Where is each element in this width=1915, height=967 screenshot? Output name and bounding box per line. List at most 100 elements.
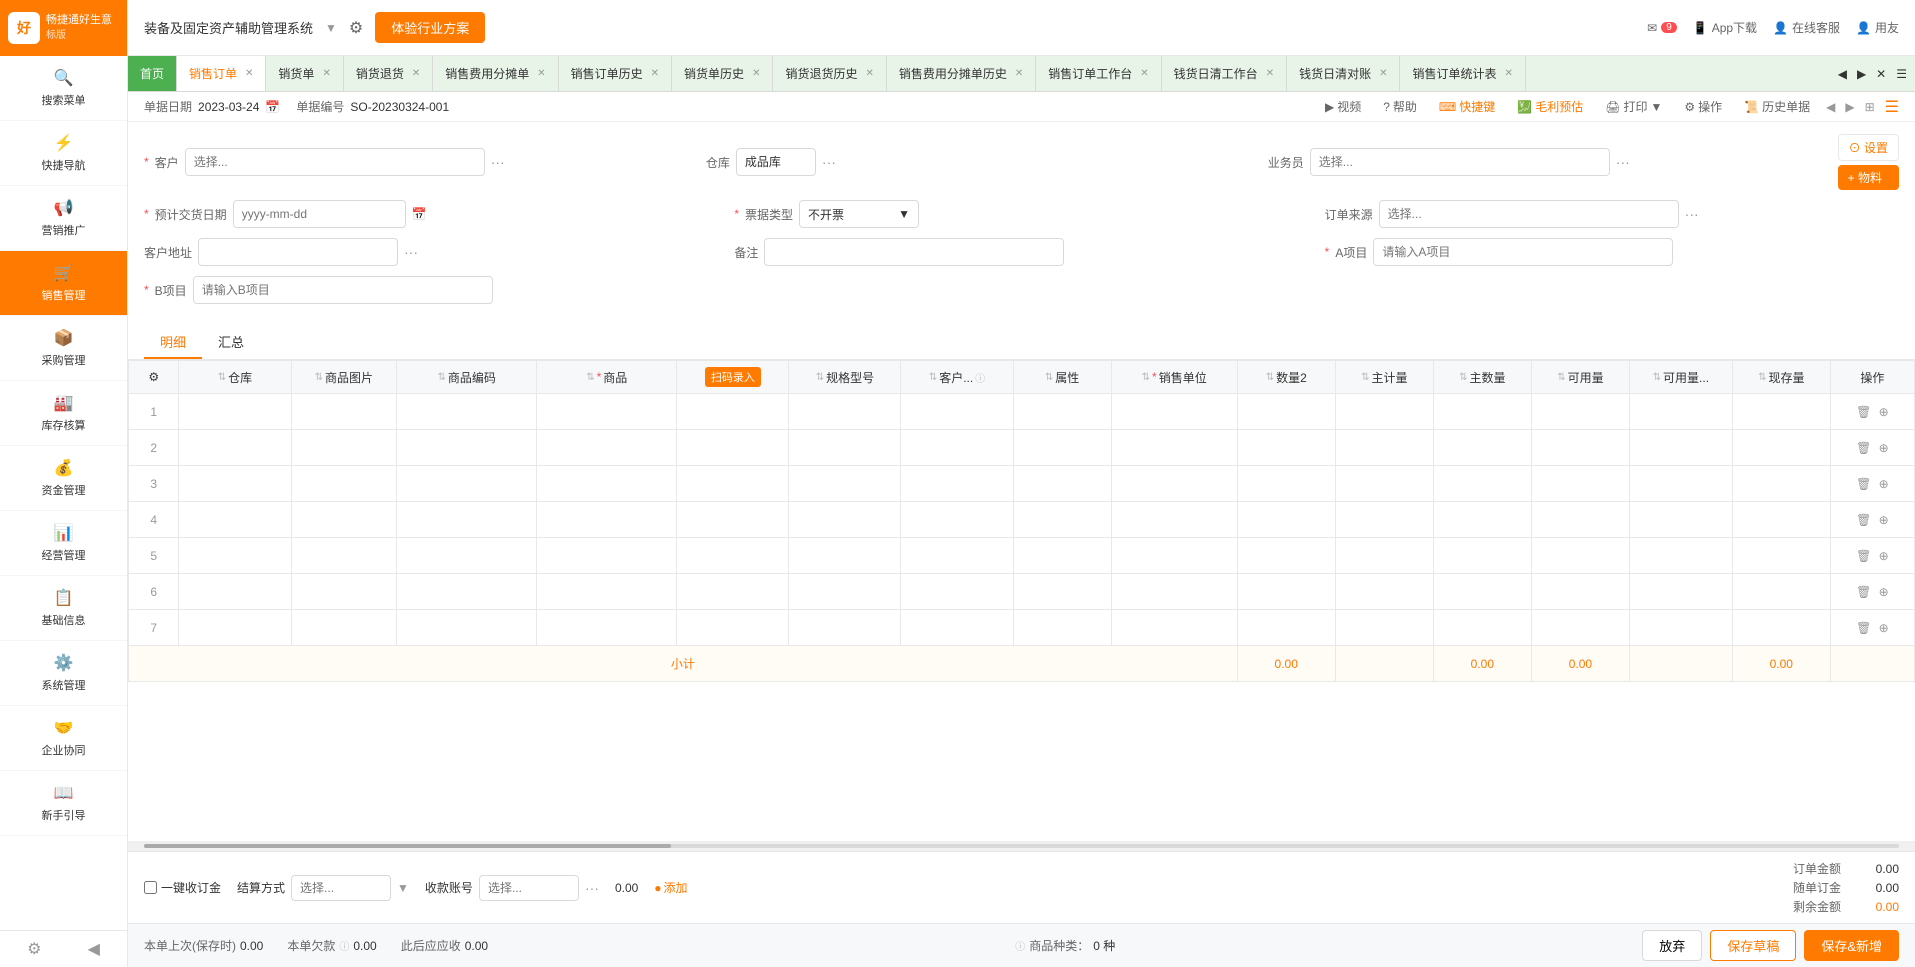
cell-code-1[interactable]: [397, 394, 537, 430]
cell-image-1[interactable]: [291, 394, 397, 430]
receipt-account-input[interactable]: [479, 875, 579, 901]
payment-method-input[interactable]: [291, 875, 391, 901]
sidebar-item-inventory[interactable]: 🏭 库存核算: [0, 381, 127, 446]
help-btn[interactable]: ? 帮助: [1377, 96, 1423, 117]
operation-btn[interactable]: ⚙ 操作: [1678, 96, 1728, 117]
warehouse-dots[interactable]: ···: [822, 154, 836, 170]
delete-row-6-btn[interactable]: 🗑: [1856, 585, 1871, 599]
tab-home[interactable]: 首页: [128, 56, 177, 92]
one-click-deposit-checkbox[interactable]: 一键收订金: [144, 879, 221, 896]
close-tab-8[interactable]: ✕: [1015, 68, 1023, 79]
tab-prev-btn[interactable]: ◀: [1834, 65, 1851, 83]
delete-row-5-btn[interactable]: 🗑: [1856, 549, 1871, 563]
tab-order-workbench[interactable]: 销售订单工作台 ✕: [1036, 56, 1161, 92]
message-btn[interactable]: ✉ 9: [1647, 21, 1677, 35]
online-service-btn[interactable]: 👤 在线客服: [1773, 19, 1840, 36]
cell-main-qty-1[interactable]: [1433, 394, 1531, 430]
copy-row-3-btn[interactable]: ⊕: [1879, 477, 1889, 491]
solution-button[interactable]: 体验行业方案: [375, 12, 485, 43]
sidebar-item-quicknav[interactable]: ⚡ 快捷导航: [0, 121, 127, 186]
close-tab-10[interactable]: ✕: [1266, 68, 1274, 79]
salesperson-input[interactable]: [1310, 148, 1610, 176]
sidebar-item-search[interactable]: 🔍 搜索菜单: [0, 56, 127, 121]
salesperson-dots[interactable]: ···: [1616, 154, 1630, 170]
delete-row-3-btn[interactable]: 🗑: [1856, 477, 1871, 491]
col-settings[interactable]: ⚙: [129, 361, 179, 394]
close-tab-9[interactable]: ✕: [1140, 68, 1148, 79]
settings-button[interactable]: ⊙ 设置: [1838, 134, 1899, 161]
tab-fee-history[interactable]: 销售费用分摊单历史 ✕: [887, 56, 1036, 92]
invoice-type-select[interactable]: 不开票 ▼: [799, 200, 919, 228]
nav-next-btn[interactable]: ▶: [1845, 100, 1854, 114]
app-download-btn[interactable]: 📱 App下载: [1693, 19, 1757, 36]
tab-daily-workbench[interactable]: 钱货日清工作台 ✕: [1162, 56, 1287, 92]
horizontal-scrollbar[interactable]: [128, 841, 1915, 851]
tab-close-all-btn[interactable]: ✕: [1872, 65, 1890, 83]
close-tab-2[interactable]: ✕: [322, 68, 330, 79]
one-click-deposit-input[interactable]: [144, 881, 157, 894]
sidebar-item-operations[interactable]: 📊 经营管理: [0, 511, 127, 576]
profit-btn[interactable]: 💹 毛利预估: [1511, 96, 1589, 117]
customer-input[interactable]: [185, 148, 485, 176]
order-source-input[interactable]: [1379, 200, 1679, 228]
sidebar-item-system[interactable]: ⚙️ 系统管理: [0, 641, 127, 706]
cell-unit-1[interactable]: [1111, 394, 1237, 430]
print-dropdown-icon[interactable]: ▼: [1650, 100, 1662, 114]
a-project-input[interactable]: [1373, 238, 1673, 266]
remark-input[interactable]: [764, 238, 1064, 266]
close-tab-3[interactable]: ✕: [412, 68, 420, 79]
tab-stats[interactable]: 销售订单统计表 ✕: [1400, 56, 1525, 92]
close-tab-12[interactable]: ✕: [1505, 68, 1513, 79]
sidebar-item-guide[interactable]: 📖 新手引导: [0, 771, 127, 836]
scrollbar-thumb[interactable]: [144, 844, 671, 848]
tab-sales-fee[interactable]: 销售费用分摊单 ✕: [433, 56, 558, 92]
sub-tab-detail[interactable]: 明细: [144, 326, 202, 359]
close-tab-6[interactable]: ✕: [752, 68, 760, 79]
copy-row-5-btn[interactable]: ⊕: [1879, 549, 1889, 563]
tab-sales-history[interactable]: 销售订单历史 ✕: [559, 56, 672, 92]
address-input[interactable]: [198, 238, 398, 266]
copy-row-1-btn[interactable]: ⊕: [1879, 405, 1889, 419]
save-draft-button[interactable]: 保存草稿: [1710, 930, 1796, 961]
dropdown-arrow-icon[interactable]: ▼: [325, 21, 337, 35]
close-tab-11[interactable]: ✕: [1379, 68, 1387, 79]
b-project-input[interactable]: [193, 276, 493, 304]
sidebar-item-sales[interactable]: 🛒 销售管理: [0, 251, 127, 316]
customer-dots[interactable]: ···: [491, 154, 505, 170]
tab-daily-reconcile[interactable]: 钱货日清对账 ✕: [1287, 56, 1400, 92]
user-avatar[interactable]: 👤 用友: [1856, 19, 1899, 36]
shortcut-btn[interactable]: ⌨ 快捷键: [1433, 96, 1501, 117]
sub-tab-summary[interactable]: 汇总: [202, 326, 260, 359]
nav-prev-btn[interactable]: ◀: [1826, 100, 1835, 114]
address-dots[interactable]: ···: [404, 244, 418, 260]
delete-row-4-btn[interactable]: 🗑: [1856, 513, 1871, 527]
delete-row-2-btn[interactable]: 🗑: [1856, 441, 1871, 455]
close-tab-5[interactable]: ✕: [651, 68, 659, 79]
delete-row-1-btn[interactable]: 🗑: [1856, 405, 1871, 419]
save-new-button[interactable]: 保存&新增: [1804, 930, 1899, 961]
close-sales-order-tab[interactable]: ✕: [245, 68, 253, 79]
close-tab-7[interactable]: ✕: [865, 68, 873, 79]
expand-view-btn[interactable]: ⊞: [1865, 100, 1875, 114]
tab-next-btn[interactable]: ▶: [1853, 65, 1870, 83]
list-view-btn[interactable]: ☰: [1885, 97, 1899, 117]
order-source-dots[interactable]: ···: [1685, 206, 1699, 222]
copy-row-6-btn[interactable]: ⊕: [1879, 585, 1889, 599]
tab-slip-history[interactable]: 销货单历史 ✕: [672, 56, 773, 92]
topbar-gear-icon[interactable]: ⚙: [349, 18, 363, 38]
collapse-sidebar-btn[interactable]: ◀: [88, 939, 100, 959]
cell-goods-1[interactable]: [537, 394, 677, 430]
sidebar-item-basicinfo[interactable]: 📋 基础信息: [0, 576, 127, 641]
sidebar-item-purchase[interactable]: 📦 采购管理: [0, 316, 127, 381]
tab-sales-order[interactable]: 销售订单 ✕: [177, 56, 266, 92]
cell-qty2-1[interactable]: [1237, 394, 1335, 430]
cell-warehouse-1[interactable]: [179, 394, 291, 430]
close-tab-4[interactable]: ✕: [537, 68, 545, 79]
cell-customer-code-1[interactable]: [901, 394, 1013, 430]
tab-menu-btn[interactable]: ☰: [1892, 65, 1911, 83]
discard-button[interactable]: 放弃: [1642, 930, 1702, 961]
print-btn[interactable]: 🖨 打印 ▼: [1599, 96, 1668, 117]
cell-spec-1[interactable]: [789, 394, 901, 430]
copy-row-2-btn[interactable]: ⊕: [1879, 441, 1889, 455]
calendar-icon[interactable]: 📅: [265, 100, 280, 114]
